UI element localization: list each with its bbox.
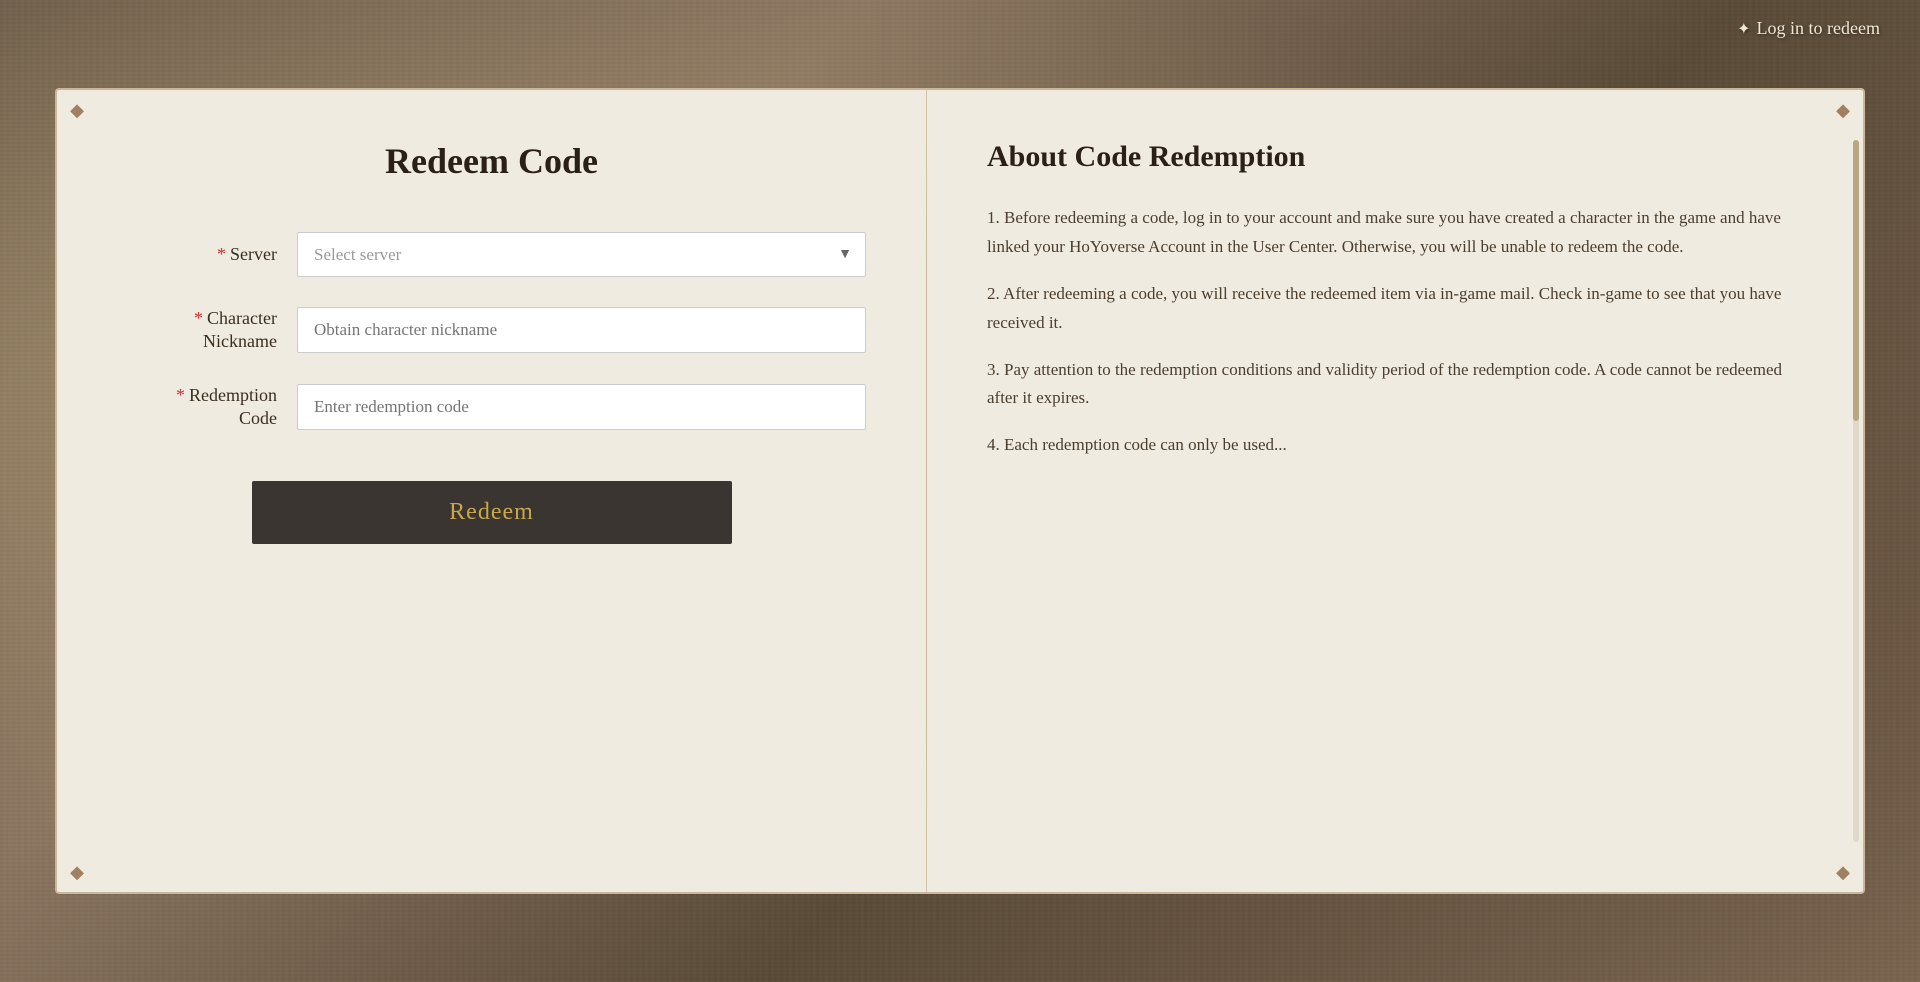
login-label: Log in to redeem bbox=[1757, 18, 1880, 39]
redemption-code-input-wrap bbox=[297, 384, 866, 430]
redeem-button[interactable]: Redeem bbox=[252, 481, 732, 544]
redemption-code-field-group: *RedemptionCode bbox=[117, 384, 866, 431]
nickname-required-star: * bbox=[194, 308, 203, 328]
server-field-group: *Server Select server Asia America Europ… bbox=[117, 232, 866, 277]
about-title: About Code Redemption bbox=[987, 140, 1803, 174]
card-scrollbar bbox=[1853, 140, 1859, 842]
server-required-star: * bbox=[217, 244, 226, 264]
corner-decoration-tr: ◆ bbox=[1831, 98, 1855, 122]
about-text: 1. Before redeeming a code, log in to yo… bbox=[987, 204, 1803, 460]
nickname-input-wrap bbox=[297, 307, 866, 353]
form-title: Redeem Code bbox=[385, 140, 598, 182]
nickname-field-group: *CharacterNickname bbox=[117, 307, 866, 354]
about-paragraph-3: 3. Pay attention to the redemption condi… bbox=[987, 356, 1803, 414]
login-link[interactable]: ✦ Log in to redeem bbox=[1737, 18, 1880, 39]
server-select-wrap: Select server Asia America Europe TW/HK/… bbox=[297, 232, 866, 277]
scrollbar-thumb bbox=[1853, 140, 1859, 421]
about-paragraph-1: 1. Before redeeming a code, log in to yo… bbox=[987, 204, 1803, 262]
about-paragraph-2: 2. After redeeming a code, you will rece… bbox=[987, 280, 1803, 338]
server-select[interactable]: Select server Asia America Europe TW/HK/… bbox=[297, 232, 866, 277]
corner-decoration-br: ◆ bbox=[1831, 860, 1855, 884]
nickname-label: *CharacterNickname bbox=[117, 307, 277, 354]
redemption-code-label: *RedemptionCode bbox=[117, 384, 277, 431]
right-panel: About Code Redemption 1. Before redeemin… bbox=[927, 90, 1863, 892]
server-input-wrap: Select server Asia America Europe TW/HK/… bbox=[297, 232, 866, 277]
redemption-code-input[interactable] bbox=[297, 384, 866, 430]
nickname-input[interactable] bbox=[297, 307, 866, 353]
about-paragraph-4: 4. Each redemption code can only be used… bbox=[987, 431, 1803, 460]
star-icon: ✦ bbox=[1737, 19, 1750, 39]
divider bbox=[926, 130, 927, 852]
left-panel: Redeem Code *Server Select server Asia A… bbox=[57, 90, 927, 892]
redemption-required-star: * bbox=[176, 385, 185, 405]
server-label: *Server bbox=[117, 243, 277, 266]
main-card: ◆ ◆ ◆ ◆ Redeem Code *Server Select serve… bbox=[55, 88, 1865, 894]
